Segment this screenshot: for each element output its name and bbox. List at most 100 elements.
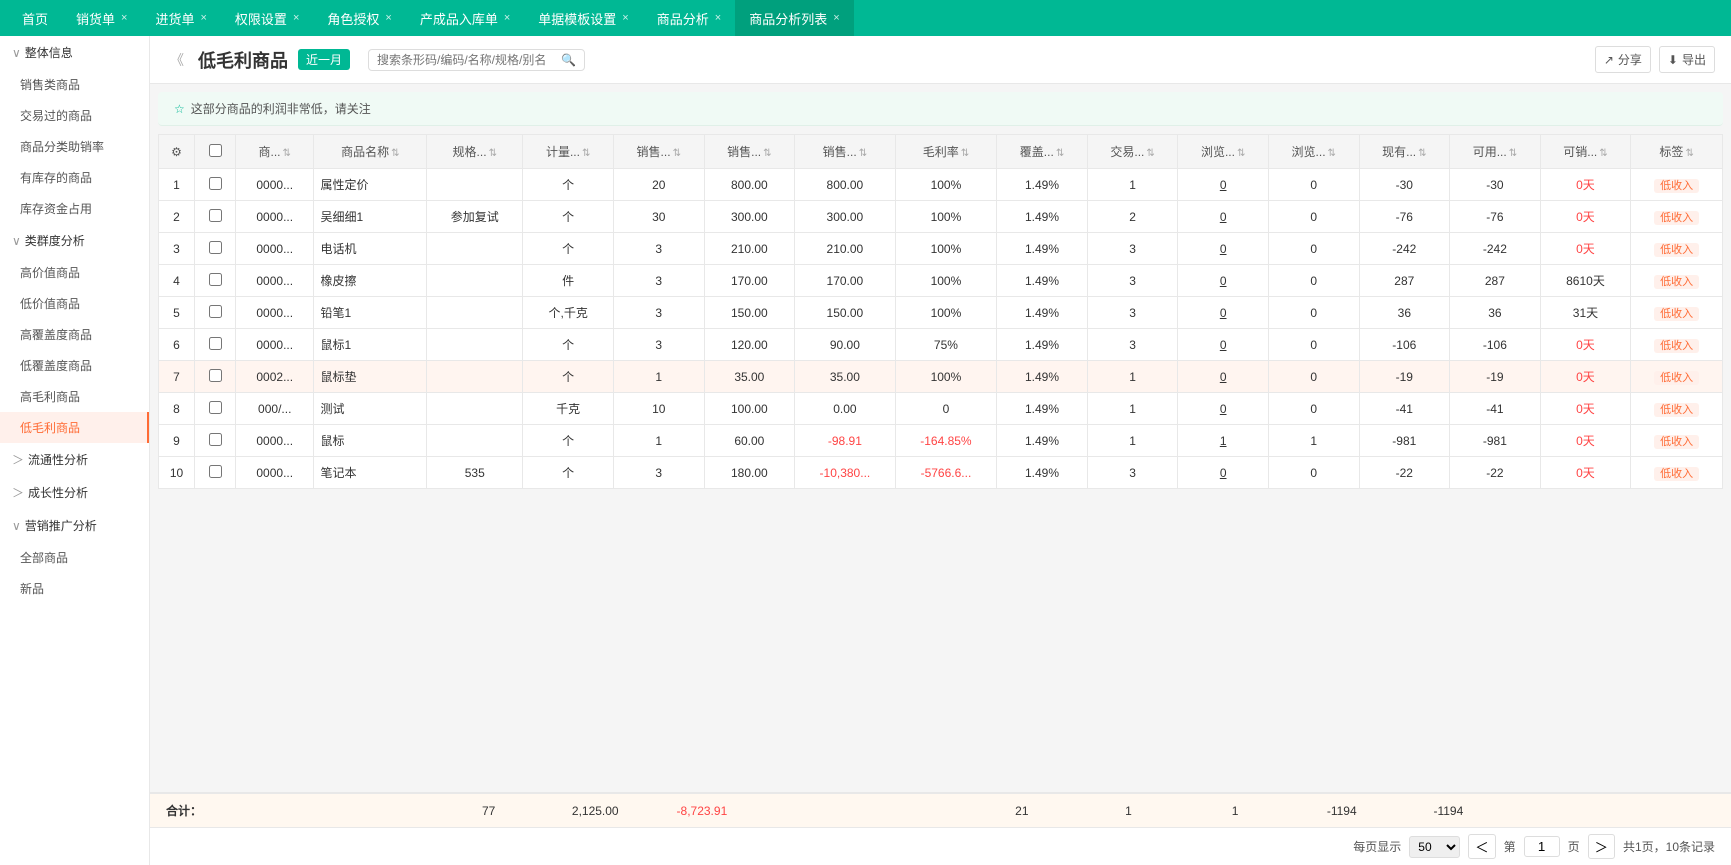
cell-no: 9 [159,425,195,457]
nav-roles[interactable]: 角色授权× [313,0,405,36]
col-checkbox[interactable] [195,135,236,169]
row-checkbox[interactable] [209,241,222,254]
sidebar-group-title-growth[interactable]: ＞ 成长性分析 [0,476,149,509]
sidebar-item-high-margin[interactable]: 高毛利商品 [0,381,149,412]
nav-sales[interactable]: 销货单× [62,0,141,36]
share-button[interactable]: ↗ 分享 [1595,46,1651,73]
close-icon[interactable]: × [121,12,127,24]
col-available[interactable]: 可用...⇅ [1450,135,1541,169]
cell-checkbox[interactable] [195,233,236,265]
cell-checkbox[interactable] [195,361,236,393]
col-gross-rate[interactable]: 毛利率⇅ [895,135,997,169]
cell-checkbox[interactable] [195,169,236,201]
nav-analysis-list[interactable]: 商品分析列表× [735,0,853,36]
nav-purchase[interactable]: 进货单× [141,0,220,36]
close-icon[interactable]: × [833,12,839,24]
col-spec[interactable]: 规格...⇅ [427,135,523,169]
nav-templates[interactable]: 单据模板设置× [524,0,642,36]
page-number-input[interactable] [1524,836,1560,857]
close-icon[interactable]: × [622,12,628,24]
row-checkbox[interactable] [209,273,222,286]
nav-products[interactable]: 产成品入库单× [406,0,524,36]
cell-browse1[interactable]: 1 [1178,425,1269,457]
row-checkbox[interactable] [209,433,222,446]
cell-browse1[interactable]: 0 [1178,393,1269,425]
cell-checkbox[interactable] [195,297,236,329]
sidebar-item-low-value[interactable]: 低价值商品 [0,288,149,319]
sidebar-item-category-rate[interactable]: 商品分类助销率 [0,131,149,162]
nav-analysis[interactable]: 商品分析× [643,0,735,36]
cell-checkbox[interactable] [195,457,236,489]
cell-browse1[interactable]: 0 [1178,169,1269,201]
sidebar-item-high-value[interactable]: 高价值商品 [0,257,149,288]
footer-browse1: 1 [1075,804,1182,818]
close-icon[interactable]: × [200,12,206,24]
col-name[interactable]: 商品名称⇅ [314,135,427,169]
cell-browse1[interactable]: 0 [1178,265,1269,297]
close-icon[interactable]: × [385,12,391,24]
search-icon[interactable]: 🔍 [561,53,576,67]
row-checkbox[interactable] [209,177,222,190]
cell-checkbox[interactable] [195,425,236,457]
cell-browse1[interactable]: 0 [1178,297,1269,329]
collapse-sidebar-btn[interactable]: 《 [166,50,188,70]
date-filter-badge[interactable]: 近一月 [298,49,350,70]
cell-checkbox[interactable] [195,329,236,361]
close-icon[interactable]: × [504,12,510,24]
row-checkbox[interactable] [209,369,222,382]
cell-browse1[interactable]: 0 [1178,361,1269,393]
cell-checkbox[interactable] [195,393,236,425]
cell-gross-rate: 100% [895,361,997,393]
cell-name: 橡皮擦 [314,265,427,297]
col-sale-amount[interactable]: 销售...⇅ [704,135,795,169]
row-checkbox[interactable] [209,305,222,318]
prev-page-btn[interactable]: ＜ [1468,834,1495,859]
sidebar-item-new-goods[interactable]: 新品 [0,573,149,604]
cell-browse1[interactable]: 0 [1178,233,1269,265]
cell-checkbox[interactable] [195,265,236,297]
col-sale-qty[interactable]: 销售...⇅ [613,135,704,169]
cell-browse1[interactable]: 0 [1178,201,1269,233]
sidebar-group-title-marketing[interactable]: ∨ 营销推广分析 [0,509,149,542]
row-checkbox[interactable] [209,401,222,414]
col-browse2[interactable]: 浏览...⇅ [1268,135,1359,169]
next-page-btn[interactable]: ＞ [1588,834,1615,859]
export-button[interactable]: ⬇ 导出 [1659,46,1715,73]
col-trade[interactable]: 交易...⇅ [1087,135,1178,169]
sidebar-item-sales-goods[interactable]: 销售类商品 [0,69,149,100]
sidebar-item-stock-goods[interactable]: 有库存的商品 [0,162,149,193]
sidebar-group-title-flow[interactable]: ＞ 流通性分析 [0,443,149,476]
nav-home[interactable]: 首页 [8,0,62,36]
col-current-stock[interactable]: 现有...⇅ [1359,135,1450,169]
col-code[interactable]: 商...⇅ [236,135,314,169]
sidebar-item-low-margin[interactable]: 低毛利商品 [0,412,149,443]
col-tag[interactable]: 标签⇅ [1631,135,1723,169]
col-coverage[interactable]: 覆盖...⇅ [997,135,1088,169]
row-checkbox[interactable] [209,465,222,478]
col-unit[interactable]: 计量...⇅ [523,135,614,169]
sidebar-item-all-goods[interactable]: 全部商品 [0,542,149,573]
sidebar-group-title-cluster[interactable]: ∨ 类群度分析 [0,224,149,257]
close-icon[interactable]: × [293,12,299,24]
col-sale-profit[interactable]: 销售...⇅ [795,135,896,169]
cell-checkbox[interactable] [195,201,236,233]
cell-coverage: 1.49% [997,297,1088,329]
nav-permissions[interactable]: 权限设置× [221,0,313,36]
sidebar-item-stock-capital[interactable]: 库存资金占用 [0,193,149,224]
page-size-select[interactable]: 50 100 [1409,836,1460,858]
sidebar-item-traded-goods[interactable]: 交易过的商品 [0,100,149,131]
col-settings[interactable]: ⚙ [159,135,195,169]
sidebar-group-title-overview[interactable]: ∨ 整体信息 [0,36,149,69]
sidebar-item-high-coverage[interactable]: 高覆盖度商品 [0,319,149,350]
search-input[interactable] [377,53,557,67]
row-checkbox[interactable] [209,337,222,350]
select-all-checkbox[interactable] [209,144,222,157]
cell-browse1[interactable]: 0 [1178,329,1269,361]
row-checkbox[interactable] [209,209,222,222]
sidebar-item-low-coverage[interactable]: 低覆盖度商品 [0,350,149,381]
col-saleable[interactable]: 可销...⇅ [1540,135,1631,169]
close-icon[interactable]: × [715,12,721,24]
table-row: 9 0000... 鼠标 个 1 60.00 -98.91 -164.85% 1… [159,425,1723,457]
cell-browse1[interactable]: 0 [1178,457,1269,489]
col-browse1[interactable]: 浏览...⇅ [1178,135,1269,169]
